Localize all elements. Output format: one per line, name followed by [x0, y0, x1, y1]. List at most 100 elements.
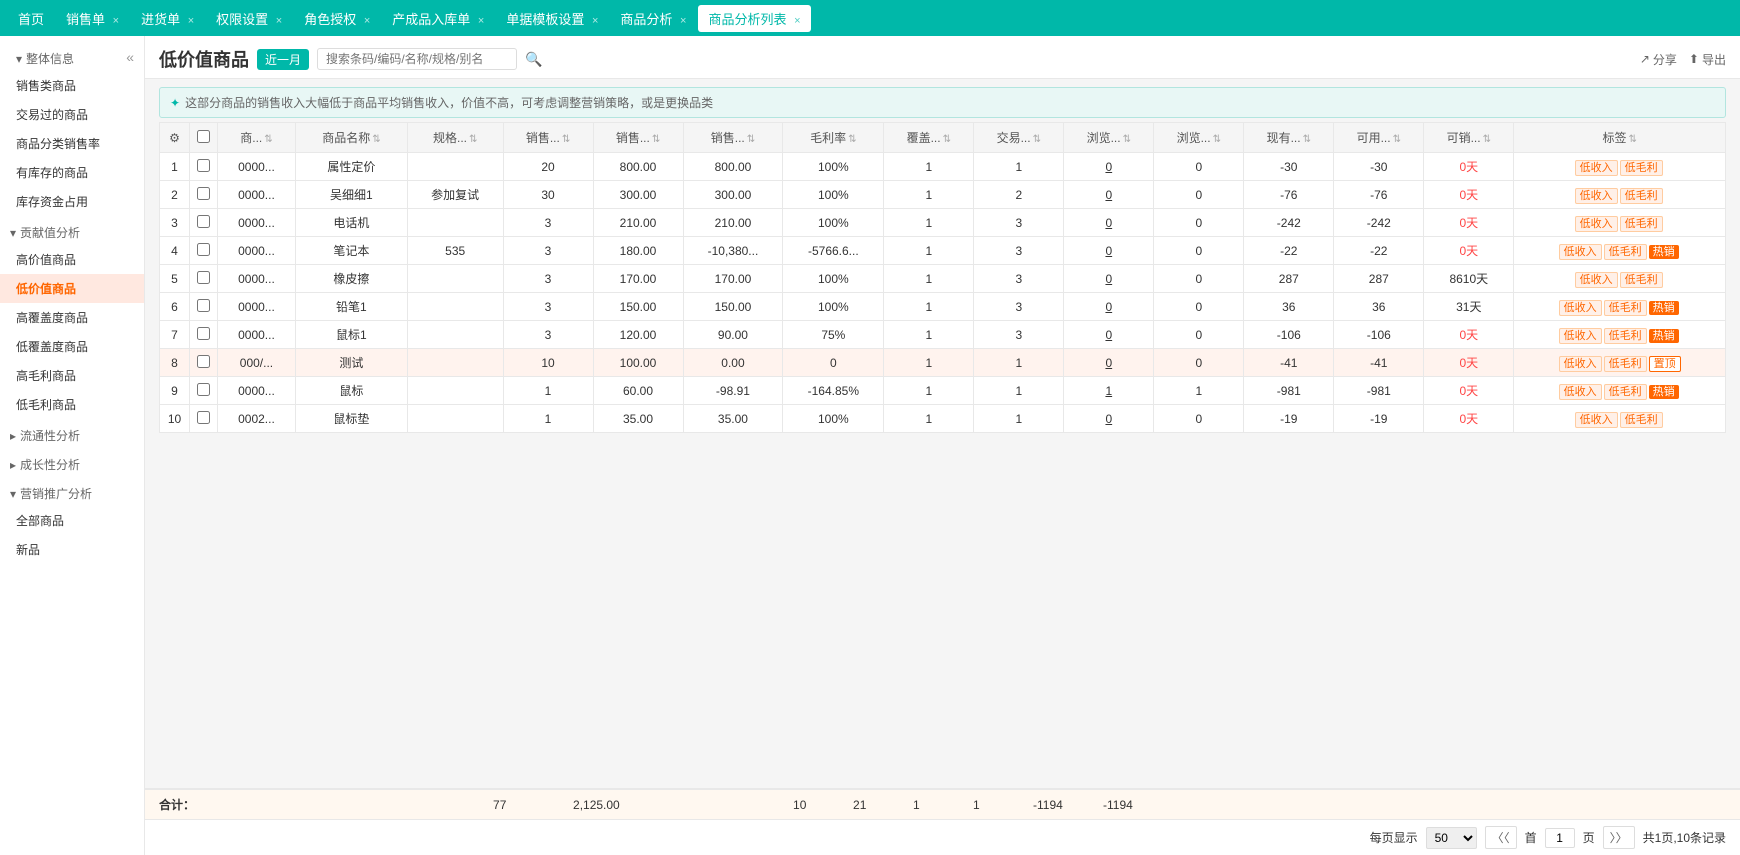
row-tags: 低收入低毛利热销	[1514, 377, 1726, 405]
row-checkbox[interactable]	[197, 411, 210, 424]
sidebar-item-stocked-products[interactable]: 有库存的商品	[0, 158, 144, 187]
nav-home[interactable]: 首页	[8, 5, 54, 32]
sidebar-item-traded-products[interactable]: 交易过的商品	[0, 100, 144, 129]
sidebar-group-circulation[interactable]: ▸ 流通性分析	[0, 419, 144, 448]
browse1-link[interactable]: 0	[1105, 188, 1112, 202]
nav-product-warehouse[interactable]: 产成品入库单 ×	[382, 5, 494, 32]
browse1-link[interactable]: 0	[1105, 272, 1112, 286]
row-checkbox-cell[interactable]	[190, 293, 218, 321]
collapse-icon[interactable]: «	[122, 47, 138, 67]
export-button[interactable]: ⬆ 导出	[1689, 51, 1726, 68]
row-browse1[interactable]: 1	[1064, 377, 1154, 405]
browse2-col-header: 浏览...⇅	[1154, 123, 1244, 153]
nav-template-settings[interactable]: 单据模板设置 ×	[496, 5, 608, 32]
close-icon[interactable]: ×	[680, 15, 686, 27]
sidebar-item-stock-capital[interactable]: 库存资金占用	[0, 187, 144, 216]
sidebar-group-growth[interactable]: ▸ 成长性分析	[0, 448, 144, 477]
first-page-button[interactable]: 〈〈	[1485, 826, 1517, 849]
row-checkbox[interactable]	[197, 215, 210, 228]
row-margin-rate: -5766.6...	[783, 237, 884, 265]
row-name: 铅笔1	[295, 293, 407, 321]
sidebar-item-low-coverage[interactable]: 低覆盖度商品	[0, 332, 144, 361]
row-sales-profit: 210.00	[683, 209, 783, 237]
row-browse1[interactable]: 0	[1064, 181, 1154, 209]
row-checkbox-cell[interactable]	[190, 209, 218, 237]
browse1-link[interactable]: 0	[1105, 356, 1112, 370]
close-icon[interactable]: ×	[592, 15, 598, 27]
close-icon[interactable]: ×	[113, 15, 119, 27]
sidebar-item-high-margin[interactable]: 高毛利商品	[0, 361, 144, 390]
browse1-link[interactable]: 0	[1105, 244, 1112, 258]
row-checkbox[interactable]	[197, 159, 210, 172]
search-icon[interactable]: 🔍	[525, 51, 542, 68]
row-checkbox[interactable]	[197, 271, 210, 284]
filter-tag-button[interactable]: 近一月	[257, 49, 309, 70]
browse1-link[interactable]: 0	[1105, 160, 1112, 174]
sidebar-item-category-sales-rate[interactable]: 商品分类销售率	[0, 129, 144, 158]
row-checkbox[interactable]	[197, 355, 210, 368]
row-checkbox[interactable]	[197, 243, 210, 256]
row-checkbox[interactable]	[197, 327, 210, 340]
sidebar-item-high-coverage[interactable]: 高覆盖度商品	[0, 303, 144, 332]
nav-role-auth[interactable]: 角色授权 ×	[294, 5, 380, 32]
browse1-link[interactable]: 1	[1105, 384, 1112, 398]
settings-col-header[interactable]: ⚙	[160, 123, 190, 153]
share-button[interactable]: ↗ 分享	[1640, 51, 1677, 68]
sidebar-group-marketing[interactable]: ▾ 营销推广分析	[0, 477, 144, 506]
row-checkbox-cell[interactable]	[190, 265, 218, 293]
row-checkbox[interactable]	[197, 299, 210, 312]
sidebar-item-new-products[interactable]: 新品	[0, 535, 144, 564]
row-browse1[interactable]: 0	[1064, 405, 1154, 433]
row-sales-qty: 10	[503, 349, 593, 377]
browse1-link[interactable]: 0	[1105, 300, 1112, 314]
row-checkbox-cell[interactable]	[190, 405, 218, 433]
row-code: 0000...	[218, 181, 296, 209]
browse1-link[interactable]: 0	[1105, 412, 1112, 426]
row-checkbox-cell[interactable]	[190, 321, 218, 349]
row-margin-rate: -164.85%	[783, 377, 884, 405]
product-tag: 置顶	[1649, 356, 1681, 372]
browse1-link[interactable]: 0	[1105, 216, 1112, 230]
row-checkbox[interactable]	[197, 383, 210, 396]
nav-sales-order[interactable]: 销售单 ×	[56, 5, 129, 32]
sidebar-group-contribution[interactable]: ▾ 贡献值分析	[0, 216, 144, 245]
search-input[interactable]	[317, 48, 517, 70]
nav-product-analysis-list[interactable]: 商品分析列表 ×	[698, 5, 810, 32]
row-browse1[interactable]: 0	[1064, 349, 1154, 377]
row-browse1[interactable]: 0	[1064, 237, 1154, 265]
row-browse1[interactable]: 0	[1064, 153, 1154, 181]
row-checkbox-cell[interactable]	[190, 153, 218, 181]
row-browse1[interactable]: 0	[1064, 265, 1154, 293]
page-number-input[interactable]	[1545, 828, 1575, 848]
close-icon[interactable]: ×	[188, 15, 194, 27]
select-all-checkbox[interactable]	[197, 130, 210, 143]
row-browse1[interactable]: 0	[1064, 209, 1154, 237]
row-checkbox-cell[interactable]	[190, 377, 218, 405]
row-browse1[interactable]: 0	[1064, 321, 1154, 349]
nav-purchase-order[interactable]: 进货单 ×	[131, 5, 204, 32]
row-checkbox-cell[interactable]	[190, 237, 218, 265]
sidebar-item-low-margin[interactable]: 低毛利商品	[0, 390, 144, 419]
row-checkbox-cell[interactable]	[190, 349, 218, 377]
settings-icon[interactable]: ⚙	[169, 131, 180, 145]
main-layout: ▾ 整体信息 « 销售类商品 交易过的商品 商品分类销售率 有库存的商品 库存资…	[0, 36, 1740, 855]
sidebar-item-low-value[interactable]: 低价值商品	[0, 274, 144, 303]
checkbox-col-header[interactable]	[190, 123, 218, 153]
row-sales-amount: 120.00	[593, 321, 683, 349]
row-browse1[interactable]: 0	[1064, 293, 1154, 321]
browse1-link[interactable]: 0	[1105, 328, 1112, 342]
nav-permissions[interactable]: 权限设置 ×	[206, 5, 292, 32]
nav-product-analysis[interactable]: 商品分析 ×	[610, 5, 696, 32]
close-icon[interactable]: ×	[478, 15, 484, 27]
row-checkbox[interactable]	[197, 187, 210, 200]
sidebar-item-sales-products[interactable]: 销售类商品	[0, 71, 144, 100]
close-icon[interactable]: ×	[276, 15, 282, 27]
sidebar-item-high-value[interactable]: 高价值商品	[0, 245, 144, 274]
sidebar-item-all-products[interactable]: 全部商品	[0, 506, 144, 535]
per-page-select[interactable]: 50 100 200	[1426, 827, 1477, 849]
sidebar-group-overall[interactable]: ▾ 整体信息	[6, 42, 84, 71]
next-page-button[interactable]: 〉〉	[1603, 826, 1635, 849]
row-checkbox-cell[interactable]	[190, 181, 218, 209]
close-icon[interactable]: ×	[794, 15, 800, 27]
close-icon[interactable]: ×	[364, 15, 370, 27]
